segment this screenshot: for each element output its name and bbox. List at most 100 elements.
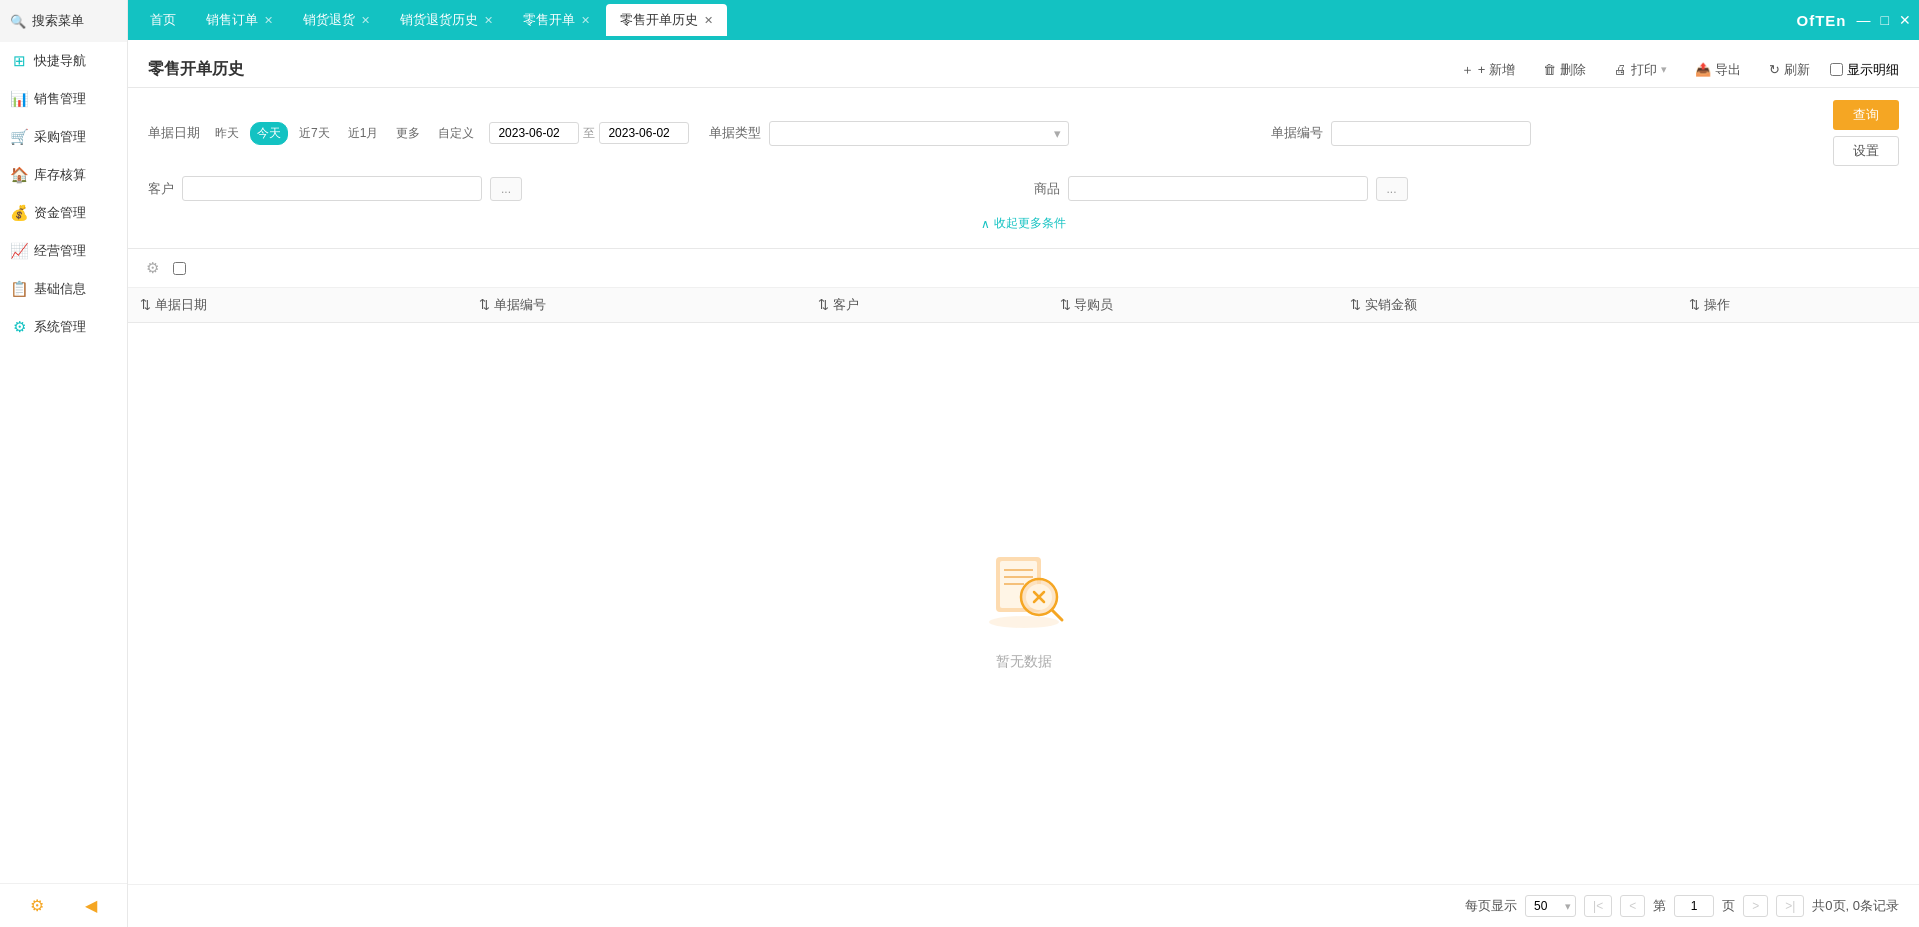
col-header-date[interactable]: ⇅ 单据日期 [128, 288, 467, 323]
sidebar-item-inventory[interactable]: 🏠库存核算 [0, 156, 127, 194]
goods-ellipsis-btn[interactable]: ... [1376, 177, 1408, 201]
sidebar: 🔍 搜索菜单 ⊞ 快捷导航 📊销售管理 🛒 采购管理 🏠库存核算💰资金管理 📈 经营管理 📋基础… [0, 0, 128, 927]
number-search-field: 单据编号 [1271, 121, 1813, 146]
purchase-mgmt-label: 采购管理 [34, 128, 86, 146]
maximize-btn[interactable]: □ [1881, 12, 1889, 28]
tab-retail-open-history-close[interactable]: ✕ [704, 14, 713, 27]
col-header-action[interactable]: ⇅ 操作 [1677, 288, 1919, 323]
prev-page-btn[interactable]: < [1620, 895, 1645, 917]
col-header-customer[interactable]: ⇅ 客户 [806, 288, 1048, 323]
tab-retail-open-history[interactable]: 零售开单历史✕ [606, 4, 727, 36]
delete-icon: 🗑 [1543, 62, 1556, 77]
empty-illustration [974, 537, 1074, 637]
export-button[interactable]: 📤 导出 [1687, 57, 1749, 83]
date-quick-btn-更多[interactable]: 更多 [389, 122, 427, 145]
first-page-btn[interactable]: |< [1584, 895, 1612, 917]
tab-sales-return-history-close[interactable]: ✕ [484, 14, 493, 27]
col-header-amount[interactable]: ⇅ 实销金额 [1338, 288, 1677, 323]
tab-retail-open-close[interactable]: ✕ [581, 14, 590, 27]
sidebar-search-btn[interactable]: 🔍 搜索菜单 [0, 0, 127, 42]
page-size-select[interactable]: 102050100 [1525, 895, 1576, 917]
inventory-label: 库存核算 [34, 166, 86, 184]
minimize-btn[interactable]: — [1857, 12, 1871, 28]
table-settings-icon[interactable]: ⚙ [144, 257, 161, 279]
next-page-btn[interactable]: > [1743, 895, 1768, 917]
operations-icon: 📈 [10, 242, 28, 260]
print-button[interactable]: 🖨 打印 ▾ [1606, 57, 1675, 83]
sidebar-item-sales-mgmt[interactable]: 📊销售管理 [0, 80, 127, 118]
date-input-group: 至 [489, 122, 689, 144]
sidebar-item-purchase-mgmt[interactable]: 🛒 采购管理 [0, 118, 127, 156]
date-quick-btn-今天[interactable]: 今天 [250, 122, 288, 145]
customer-search-field: 客户 ... [148, 176, 1014, 201]
tab-home[interactable]: 首页 [136, 4, 190, 36]
type-select[interactable] [769, 121, 1069, 146]
date-quick-btn-近7天[interactable]: 近7天 [292, 122, 337, 145]
last-page-btn[interactable]: >| [1776, 895, 1804, 917]
pagination-summary: 共0页, 0条记录 [1812, 897, 1899, 915]
goods-input[interactable] [1068, 176, 1368, 201]
empty-state: 暂无数据 [128, 323, 1919, 884]
date-quick-btn-近1月[interactable]: 近1月 [341, 122, 386, 145]
tab-bar: 首页销售订单✕销货退货✕销货退货历史✕零售开单✕零售开单历史✕ OfTEn — … [128, 0, 1919, 40]
sidebar-item-quick-nav[interactable]: ⊞ 快捷导航 [0, 42, 127, 80]
page-header: 零售开单历史 ＋ + 新增 🗑 删除 🖨 打印 ▾ 📤 导出 ↻ 刷新 [128, 40, 1919, 88]
purchase-mgmt-icon: 🛒 [10, 128, 28, 146]
header-actions: ＋ + 新增 🗑 删除 🖨 打印 ▾ 📤 导出 ↻ 刷新 显 [1453, 57, 1899, 83]
page-number-input[interactable] [1674, 895, 1714, 917]
search-area: 单据日期 昨天今天近7天近1月更多自定义 至 单据类型 单据编 [128, 88, 1919, 249]
display-detail-checkbox-group[interactable]: 显示明细 [1830, 61, 1899, 79]
query-button[interactable]: 查询 [1833, 100, 1899, 130]
tabs-container: 首页销售订单✕销货退货✕销货退货历史✕零售开单✕零售开单历史✕ [136, 4, 727, 36]
date-quick-btn-昨天[interactable]: 昨天 [208, 122, 246, 145]
tab-bar-right: OfTEn — □ ✕ [1797, 12, 1911, 29]
tab-sales-order-close[interactable]: ✕ [264, 14, 273, 27]
settings-icon[interactable]: ⚙ [30, 896, 44, 915]
pagination: 每页显示 102050100 |< < 第 页 > >| 共0页, 0条记录 [128, 884, 1919, 927]
page-label: 第 [1653, 897, 1666, 915]
date-start-input[interactable] [489, 122, 579, 144]
date-search-field: 单据日期 昨天今天近7天近1月更多自定义 至 [148, 122, 689, 145]
tab-sales-return-history[interactable]: 销货退货历史✕ [386, 4, 507, 36]
operations-label: 经营管理 [34, 242, 86, 260]
sidebar-item-system-mgmt[interactable]: ⚙系统管理 [0, 308, 127, 346]
col-header-number[interactable]: ⇅ 单据编号 [467, 288, 806, 323]
close-btn[interactable]: ✕ [1899, 12, 1911, 28]
refresh-button[interactable]: ↻ 刷新 [1761, 57, 1818, 83]
number-input[interactable] [1331, 121, 1531, 146]
export-icon: 📤 [1695, 62, 1711, 77]
date-end-input[interactable] [599, 122, 689, 144]
display-detail-checkbox[interactable] [1830, 63, 1843, 76]
sidebar-search-label: 搜索菜单 [32, 12, 84, 30]
collapse-sidebar-icon[interactable]: ◀ [85, 896, 97, 915]
search-icon: 🔍 [10, 14, 26, 29]
quick-nav-label: 快捷导航 [34, 52, 86, 70]
quick-nav-icon: ⊞ [10, 52, 28, 70]
customer-input[interactable] [182, 176, 482, 201]
table-area: ⚙ ⇅ 单据日期⇅ 单据编号⇅ 客户⇅ 导购员⇅ 实销金额⇅ 操作 [128, 249, 1919, 884]
customer-ellipsis-btn[interactable]: ... [490, 177, 522, 201]
page-title: 零售开单历史 [148, 59, 244, 80]
date-quick-btn-自定义[interactable]: 自定义 [431, 122, 481, 145]
sidebar-item-basic-info[interactable]: 📋基础信息 [0, 270, 127, 308]
display-detail-label: 显示明细 [1847, 61, 1899, 79]
tab-sales-return[interactable]: 销货退货✕ [289, 4, 384, 36]
tab-sales-return-close[interactable]: ✕ [361, 14, 370, 27]
col-header-guide[interactable]: ⇅ 导购员 [1048, 288, 1338, 323]
set-button[interactable]: 设置 [1833, 136, 1899, 166]
page-suffix: 页 [1722, 897, 1735, 915]
sidebar-item-operations[interactable]: 📈 经营管理 [0, 232, 127, 270]
date-quick-buttons: 昨天今天近7天近1月更多自定义 [208, 122, 481, 145]
add-button[interactable]: ＋ + 新增 [1453, 57, 1523, 83]
tab-sales-order[interactable]: 销售订单✕ [192, 4, 287, 36]
print-dropdown-icon: ▾ [1661, 63, 1667, 76]
date-label: 单据日期 [148, 124, 200, 142]
collapse-bar[interactable]: ∧ 收起更多条件 [148, 211, 1899, 236]
delete-button[interactable]: 🗑 删除 [1535, 57, 1594, 83]
select-all-checkbox[interactable] [173, 262, 186, 275]
sidebar-item-finance[interactable]: 💰资金管理 [0, 194, 127, 232]
finance-label: 资金管理 [34, 204, 86, 222]
tab-retail-open[interactable]: 零售开单✕ [509, 4, 604, 36]
collapse-label: 收起更多条件 [994, 215, 1066, 232]
type-select-wrapper [769, 121, 1069, 146]
